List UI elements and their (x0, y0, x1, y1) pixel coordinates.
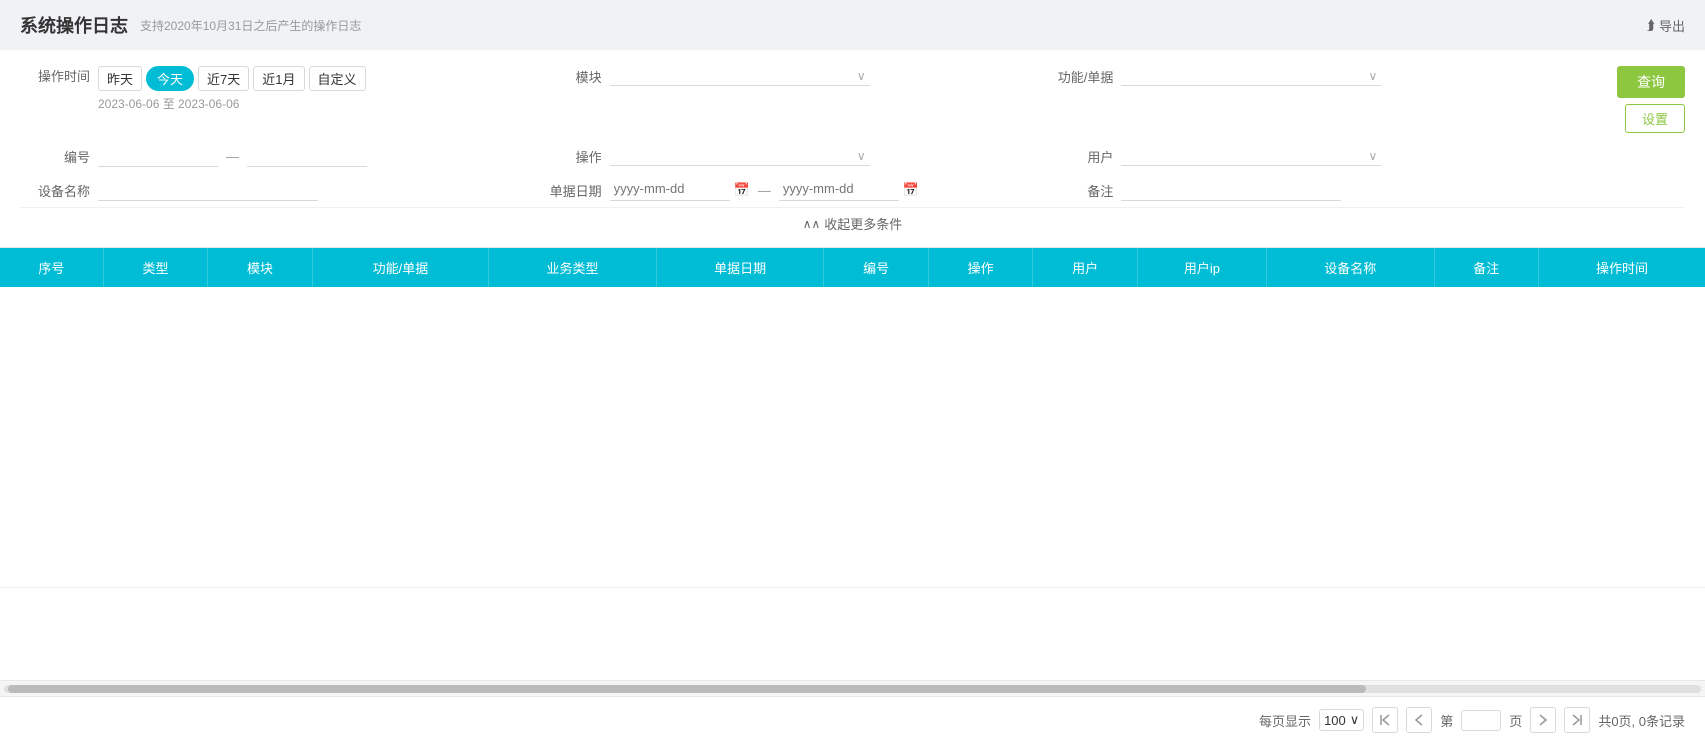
page-title: 系统操作日志 (20, 12, 128, 38)
col-number: 编号 (824, 248, 928, 287)
page-number-input[interactable]: 1 (1461, 710, 1501, 731)
page-last-icon (1571, 714, 1583, 726)
time-btn-today[interactable]: 今天 (146, 66, 194, 91)
col-remark: 备注 (1434, 248, 1538, 287)
col-user-ip: 用户ip (1137, 248, 1266, 287)
remark-input[interactable] (1121, 179, 1341, 201)
number-to-input[interactable] (247, 145, 367, 167)
function-select[interactable] (1121, 66, 1381, 81)
collapse-icon: ∧∧ (803, 217, 821, 231)
per-page-label: 每页显示 (1259, 711, 1311, 730)
function-filter: 功能/单据 ∨ (1043, 66, 1555, 86)
remark-filter: 备注 (1043, 179, 1555, 201)
col-operation: 操作 (928, 248, 1032, 287)
horizontal-scrollbar[interactable] (0, 680, 1705, 696)
col-function: 功能/单据 (312, 248, 488, 287)
function-label: 功能/单据 (1043, 67, 1113, 86)
pagination: 每页显示 100 ∨ 第 1 页 共0页, 0条记录 (0, 696, 1705, 743)
date-to-input[interactable] (779, 179, 899, 201)
col-biz-type: 业务类型 (489, 248, 657, 287)
device-filter: 设备名称 (20, 179, 532, 201)
module-select-wrapper: ∨ (610, 66, 870, 86)
table-header: 序号 类型 模块 功能/单据 业务类型 单据日期 编号 操作 用户 用户ip 设… (0, 248, 1705, 287)
user-select-wrapper: ∨ (1121, 146, 1381, 166)
module-select[interactable] (610, 66, 870, 81)
time-filter: 操作时间 昨天 今天 近7天 近1月 自定义 2023-06-06 至 2023… (20, 66, 532, 112)
col-user: 用户 (1033, 248, 1137, 287)
date-from-input[interactable] (610, 179, 730, 201)
scrollbar-track (4, 685, 1701, 693)
device-label: 设备名称 (20, 181, 90, 200)
col-op-time: 操作时间 (1539, 248, 1705, 287)
number-label: 编号 (20, 147, 90, 166)
time-btn-1month[interactable]: 近1月 (253, 66, 304, 91)
remark-label: 备注 (1043, 181, 1113, 200)
col-type: 类型 (103, 248, 207, 287)
function-select-wrapper: ∨ (1121, 66, 1381, 86)
page-first-icon (1379, 714, 1391, 726)
operation-label: 操作 (532, 147, 602, 166)
table-area: 序号 类型 模块 功能/单据 业务类型 单据日期 编号 操作 用户 用户ip 设… (0, 248, 1705, 680)
page-prev-button[interactable] (1406, 707, 1432, 733)
time-btn-custom[interactable]: 自定义 (309, 66, 366, 91)
number-from-input[interactable] (98, 145, 218, 167)
col-device: 设备名称 (1266, 248, 1434, 287)
empty-row (0, 287, 1705, 587)
page-first-button[interactable] (1372, 707, 1398, 733)
date-dash: — (758, 183, 771, 198)
per-page-value: 100 (1324, 713, 1346, 728)
total-info: 共0页, 0条记录 (1598, 711, 1685, 730)
page-next-button[interactable] (1530, 707, 1556, 733)
time-buttons: 昨天 今天 近7天 近1月 自定义 (98, 66, 366, 91)
collapse-row: ∧∧ 收起更多条件 (20, 207, 1685, 237)
module-filter: 模块 ∨ (532, 66, 1044, 86)
scrollbar-thumb[interactable] (8, 685, 1366, 693)
user-label: 用户 (1043, 147, 1113, 166)
time-btn-7days[interactable]: 近7天 (198, 66, 249, 91)
data-table: 序号 类型 模块 功能/单据 业务类型 单据日期 编号 操作 用户 用户ip 设… (0, 248, 1705, 588)
operation-select-wrapper: ∨ (610, 146, 870, 166)
per-page-chevron: ∨ (1350, 712, 1360, 728)
settings-button[interactable]: 设置 (1625, 104, 1685, 133)
number-filter: 编号 — (20, 145, 532, 167)
time-filter-label: 操作时间 (20, 66, 90, 85)
operation-filter: 操作 ∨ (532, 146, 1044, 166)
col-seq: 序号 (0, 248, 103, 287)
page-prev-icon (1414, 714, 1424, 726)
page-header: 系统操作日志 支持2020年10月31日之后产生的操作日志 ⮭ 导出 (0, 0, 1705, 50)
page-subtitle: 支持2020年10月31日之后产生的操作日志 (140, 17, 361, 34)
collapse-button[interactable]: ∧∧ 收起更多条件 (803, 214, 903, 233)
per-page-select[interactable]: 100 ∨ (1319, 709, 1364, 731)
page-last-button[interactable] (1564, 707, 1590, 733)
col-doc-date: 单据日期 (656, 248, 824, 287)
module-label: 模块 (532, 67, 602, 86)
operation-select[interactable] (610, 146, 870, 161)
action-buttons: 查询 设置 (1555, 66, 1685, 133)
document-date-filter: 单据日期 📅 — 📅 (532, 179, 1044, 201)
filter-area: 操作时间 昨天 今天 近7天 近1月 自定义 2023-06-06 至 2023… (0, 50, 1705, 248)
export-icon: ⮭ (1647, 17, 1655, 34)
query-button[interactable]: 查询 (1617, 66, 1685, 98)
document-date-label: 单据日期 (532, 181, 602, 200)
page-suffix: 页 (1509, 711, 1522, 730)
table-body (0, 287, 1705, 587)
user-select[interactable] (1121, 146, 1381, 161)
calendar-from-icon[interactable]: 📅 (734, 182, 750, 198)
user-filter: 用户 ∨ (1043, 146, 1555, 166)
col-module: 模块 (208, 248, 312, 287)
time-range-text: 2023-06-06 至 2023-06-06 (98, 95, 366, 112)
page-label: 第 (1440, 711, 1453, 730)
export-button[interactable]: ⮭ 导出 (1647, 16, 1685, 35)
device-input[interactable] (98, 179, 318, 201)
page-next-icon (1538, 714, 1548, 726)
time-btn-yesterday[interactable]: 昨天 (98, 66, 142, 91)
number-dash: — (226, 149, 239, 164)
collapse-label: 收起更多条件 (824, 214, 902, 233)
calendar-to-icon[interactable]: 📅 (903, 182, 919, 198)
